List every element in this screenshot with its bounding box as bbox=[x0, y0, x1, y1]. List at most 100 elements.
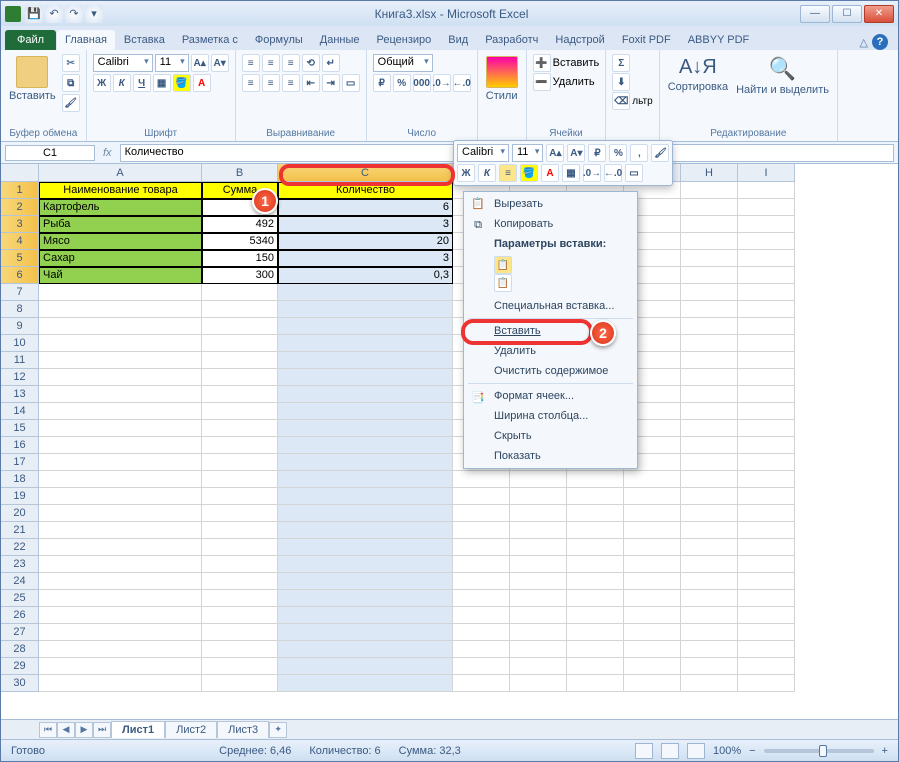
align-right-icon[interactable]: ≡ bbox=[282, 74, 300, 92]
minimize-button[interactable]: — bbox=[800, 5, 830, 23]
currency-icon[interactable]: ₽ bbox=[373, 74, 391, 92]
cell[interactable] bbox=[624, 641, 681, 658]
row-header[interactable]: 17 bbox=[1, 454, 39, 471]
cell[interactable] bbox=[510, 539, 567, 556]
row-header[interactable]: 28 bbox=[1, 641, 39, 658]
cell[interactable] bbox=[453, 539, 510, 556]
cell[interactable] bbox=[510, 590, 567, 607]
cell[interactable] bbox=[681, 403, 738, 420]
cell[interactable] bbox=[278, 488, 453, 505]
cell[interactable] bbox=[738, 641, 795, 658]
font-name-combo[interactable]: Calibri bbox=[93, 54, 153, 72]
tab-view[interactable]: Вид bbox=[440, 30, 476, 50]
cell[interactable] bbox=[567, 488, 624, 505]
cell[interactable] bbox=[567, 539, 624, 556]
cell[interactable] bbox=[624, 505, 681, 522]
cell[interactable] bbox=[39, 505, 202, 522]
underline-icon[interactable]: Ч bbox=[133, 74, 151, 92]
mini-center-icon[interactable]: ≡ bbox=[499, 164, 517, 182]
cell[interactable]: Количество bbox=[278, 182, 453, 199]
cell[interactable] bbox=[681, 182, 738, 199]
mini-percent-icon[interactable]: % bbox=[609, 144, 627, 162]
cell[interactable]: Сахар bbox=[39, 250, 202, 267]
cell[interactable] bbox=[738, 216, 795, 233]
tab-file[interactable]: Файл bbox=[5, 30, 56, 50]
cell[interactable] bbox=[681, 675, 738, 692]
mini-inc-decimal-icon[interactable]: .0→ bbox=[583, 164, 601, 182]
cell[interactable] bbox=[39, 335, 202, 352]
ctx-hide[interactable]: Скрыть bbox=[464, 426, 637, 446]
row-header[interactable]: 24 bbox=[1, 573, 39, 590]
outdent-icon[interactable]: ⇤ bbox=[302, 74, 320, 92]
col-header-c[interactable]: C bbox=[278, 164, 453, 182]
cell[interactable] bbox=[278, 590, 453, 607]
cells-insert-button[interactable]: ➕Вставить bbox=[533, 54, 600, 72]
cell[interactable] bbox=[278, 641, 453, 658]
row-header[interactable]: 9 bbox=[1, 318, 39, 335]
cell[interactable] bbox=[624, 624, 681, 641]
cell[interactable]: 0,3 bbox=[278, 267, 453, 284]
cell[interactable] bbox=[510, 522, 567, 539]
cell[interactable] bbox=[738, 522, 795, 539]
cell[interactable] bbox=[567, 505, 624, 522]
cell[interactable] bbox=[202, 522, 278, 539]
paste-opt-1-icon[interactable]: 📋 bbox=[494, 256, 512, 274]
cell[interactable] bbox=[453, 522, 510, 539]
row-header[interactable]: 11 bbox=[1, 352, 39, 369]
cell[interactable] bbox=[453, 675, 510, 692]
cell[interactable] bbox=[738, 267, 795, 284]
mini-bold-icon[interactable]: Ж bbox=[457, 164, 475, 182]
cell[interactable] bbox=[278, 454, 453, 471]
help-icon[interactable]: ? bbox=[872, 34, 888, 50]
row-header[interactable]: 25 bbox=[1, 590, 39, 607]
ctx-show[interactable]: Показать bbox=[464, 446, 637, 466]
sheet-nav-next[interactable]: ▶ bbox=[75, 722, 93, 738]
cell[interactable] bbox=[738, 335, 795, 352]
cell[interactable] bbox=[681, 488, 738, 505]
cell[interactable] bbox=[681, 471, 738, 488]
cell[interactable] bbox=[39, 420, 202, 437]
cell[interactable] bbox=[453, 624, 510, 641]
cell[interactable]: Мясо bbox=[39, 233, 202, 250]
cell[interactable] bbox=[681, 573, 738, 590]
cell[interactable] bbox=[738, 199, 795, 216]
cell[interactable] bbox=[738, 658, 795, 675]
cell[interactable] bbox=[738, 437, 795, 454]
row-header[interactable]: 29 bbox=[1, 658, 39, 675]
tab-home[interactable]: Главная bbox=[57, 30, 115, 50]
cell[interactable] bbox=[453, 641, 510, 658]
cell[interactable] bbox=[510, 675, 567, 692]
border-icon[interactable]: ▦ bbox=[153, 74, 171, 92]
font-size-combo[interactable]: 11 bbox=[155, 54, 189, 72]
cell[interactable] bbox=[738, 318, 795, 335]
cell[interactable] bbox=[278, 352, 453, 369]
cell[interactable] bbox=[39, 369, 202, 386]
cell[interactable] bbox=[681, 301, 738, 318]
cell[interactable] bbox=[681, 369, 738, 386]
row-header[interactable]: 23 bbox=[1, 556, 39, 573]
cell[interactable]: 3 bbox=[278, 216, 453, 233]
cell[interactable] bbox=[681, 607, 738, 624]
cell[interactable] bbox=[278, 675, 453, 692]
col-header-b[interactable]: B bbox=[202, 164, 278, 182]
italic-icon[interactable]: К bbox=[113, 74, 131, 92]
row-header[interactable]: 12 bbox=[1, 369, 39, 386]
row-header[interactable]: 4 bbox=[1, 233, 39, 250]
cell[interactable] bbox=[202, 403, 278, 420]
sheet-nav-last[interactable]: ⏭ bbox=[93, 722, 111, 738]
cell[interactable] bbox=[39, 624, 202, 641]
number-format-combo[interactable]: Общий bbox=[373, 54, 433, 72]
row-header[interactable]: 27 bbox=[1, 624, 39, 641]
cell[interactable] bbox=[278, 284, 453, 301]
increase-decimal-icon[interactable]: .0→ bbox=[433, 74, 451, 92]
cell[interactable] bbox=[278, 505, 453, 522]
cell[interactable] bbox=[738, 386, 795, 403]
cell[interactable] bbox=[278, 556, 453, 573]
row-header[interactable]: 5 bbox=[1, 250, 39, 267]
new-sheet-icon[interactable]: ✦ bbox=[269, 722, 287, 738]
row-header[interactable]: 20 bbox=[1, 505, 39, 522]
cell[interactable] bbox=[624, 556, 681, 573]
cell[interactable] bbox=[681, 352, 738, 369]
cell[interactable] bbox=[624, 522, 681, 539]
cell[interactable] bbox=[738, 420, 795, 437]
